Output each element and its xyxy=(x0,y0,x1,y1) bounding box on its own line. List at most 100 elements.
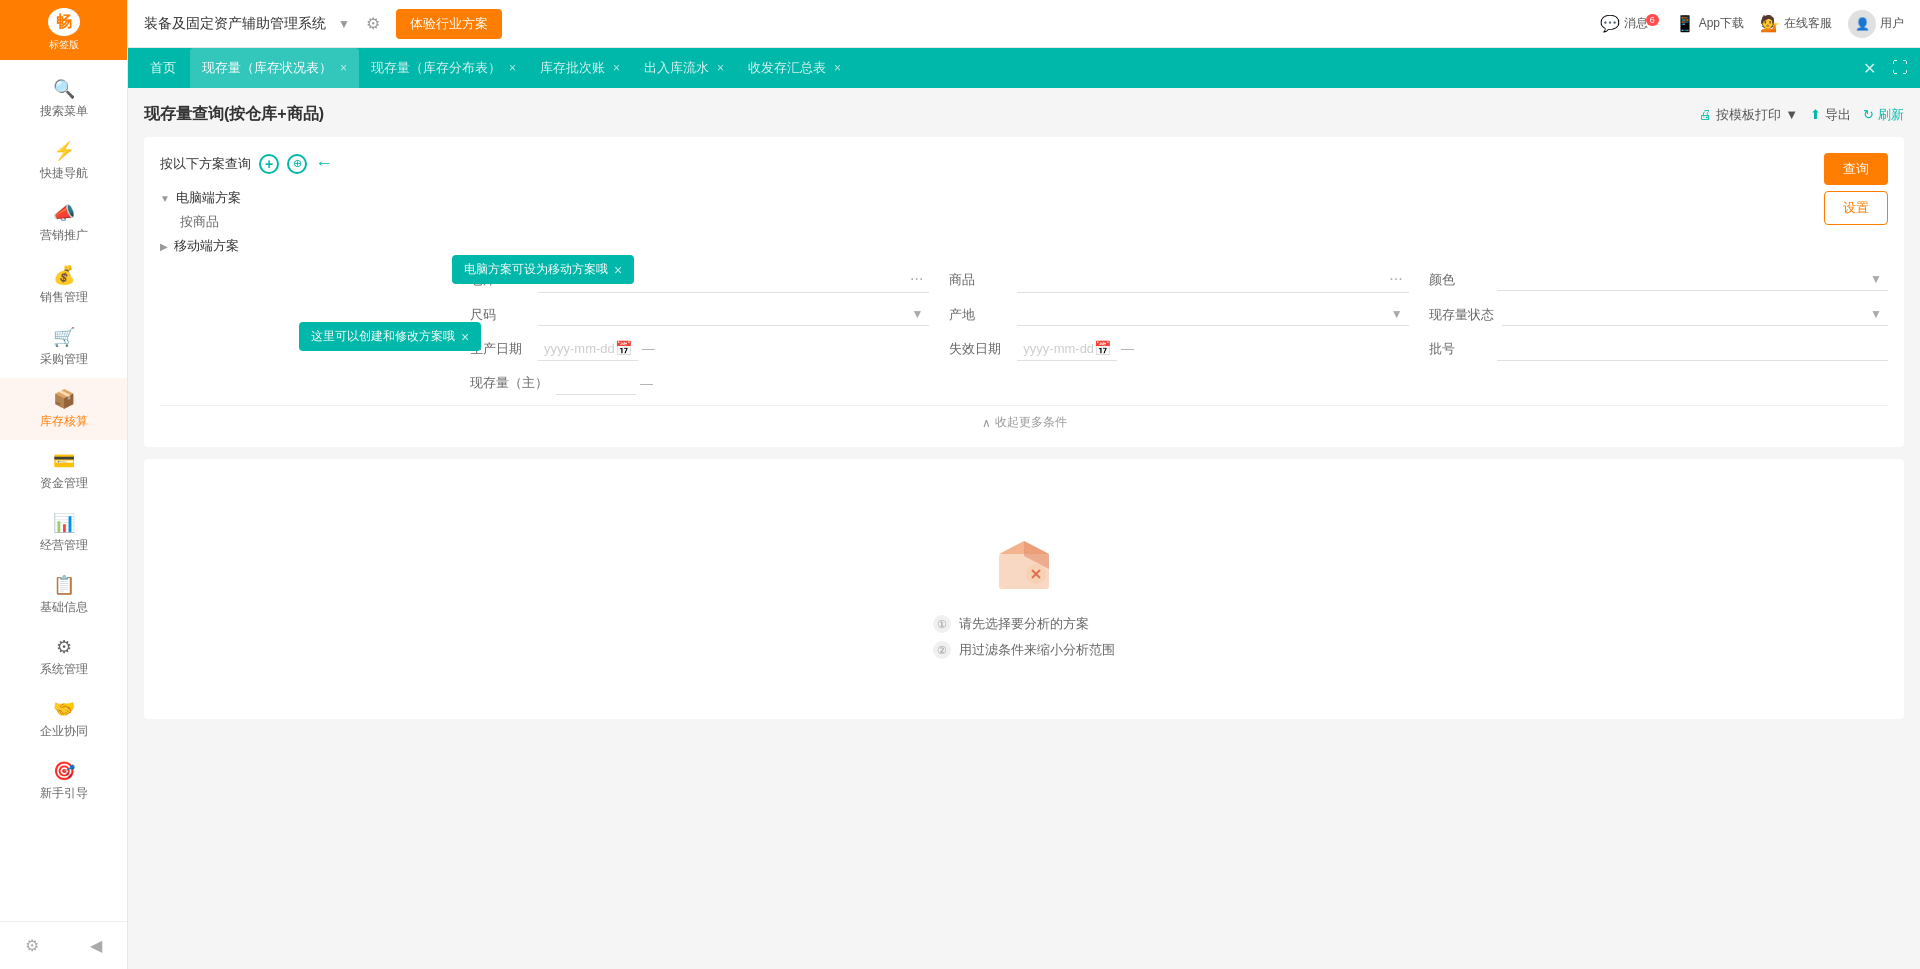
tab-close-btn[interactable]: × xyxy=(340,61,347,75)
filter-add-btn[interactable]: + xyxy=(259,154,279,174)
prod-date-start[interactable]: yyyy-mm-dd 📅 xyxy=(538,336,638,361)
tooltip2-close[interactable]: × xyxy=(461,329,469,345)
sidebar-item-quicknav[interactable]: ⚡ 快捷导航 xyxy=(0,130,127,192)
tab-batch-ledger[interactable]: 库存批次账 × xyxy=(528,48,632,88)
filter-back-btn[interactable]: ← xyxy=(315,153,333,174)
app-download-btn[interactable]: 📱 App下载 xyxy=(1675,14,1744,33)
batch-no-input[interactable] xyxy=(1497,337,1888,361)
sidebar-item-sales[interactable]: 💰 销售管理 xyxy=(0,254,127,316)
sidebar-item-finance[interactable]: 💳 资金管理 xyxy=(0,440,127,502)
tab-maximize-btn[interactable]: ⛶ xyxy=(1888,55,1912,82)
sidebar-item-guide[interactable]: 🎯 新手引导 xyxy=(0,750,127,812)
sidebar-item-label: 企业协同 xyxy=(40,723,88,740)
filter-field-exp-date: 失效日期 yyyy-mm-dd 📅 — xyxy=(949,336,1408,361)
origin-chevron-icon: ▼ xyxy=(1391,307,1403,321)
page-content: 现存量查询(按仓库+商品) 🖨 按模板打印 ▼ ⬆ 导出 ↻ 刷新 xyxy=(128,88,1920,969)
main-area: 装备及固定资产辅助管理系统 ▼ ⚙ 体验行业方案 💬 消息 6 📱 App下载 … xyxy=(128,0,1920,969)
refresh-label: 刷新 xyxy=(1878,106,1904,124)
goods-select[interactable]: ··· xyxy=(1017,266,1408,293)
quicknav-icon: ⚡ xyxy=(53,140,75,162)
sidebar-item-label: 库存核算 xyxy=(40,413,88,430)
scheme-mobile-item[interactable]: ▶ 移动端方案 xyxy=(160,234,1888,258)
industry-btn[interactable]: 体验行业方案 xyxy=(396,9,502,39)
prod-date-cal-icon[interactable]: 📅 xyxy=(615,340,632,356)
prod-date-start-placeholder: yyyy-mm-dd xyxy=(544,341,615,356)
exp-date-cal-icon[interactable]: 📅 xyxy=(1094,340,1111,356)
stock-main-from[interactable] xyxy=(556,371,636,395)
sidebar-item-inventory[interactable]: 📦 库存核算 xyxy=(0,378,127,440)
operation-icon: 📊 xyxy=(53,512,75,534)
online-service-btn[interactable]: 💁 在线客服 xyxy=(1760,14,1832,33)
online-label: 在线客服 xyxy=(1784,15,1832,32)
print-btn[interactable]: 🖨 按模板打印 ▼ xyxy=(1699,106,1798,124)
print-label: 按模板打印 xyxy=(1716,106,1781,124)
refresh-btn[interactable]: ↻ 刷新 xyxy=(1863,106,1904,124)
filter-row-4: 现存量（主） — xyxy=(470,371,1888,395)
pc-scheme-label: 电脑端方案 xyxy=(176,189,241,207)
tab-actions: ✕ ⛶ xyxy=(1859,55,1912,82)
query-btn[interactable]: 查询 xyxy=(1824,153,1888,185)
empty-tip-1: ① 请先选择要分析的方案 xyxy=(933,615,1115,633)
empty-state: ① 请先选择要分析的方案 ② 用过滤条件来缩小分析范围 xyxy=(144,459,1904,719)
topbar-gear-btn[interactable]: ⚙ xyxy=(362,10,384,37)
scheme-sub-item[interactable]: 按商品 xyxy=(160,210,1888,234)
tooltip1-close[interactable]: × xyxy=(614,262,622,278)
origin-select[interactable]: ▼ xyxy=(1017,303,1408,326)
tab-home[interactable]: 首页 xyxy=(136,48,190,88)
stock-status-select[interactable]: ▼ xyxy=(1502,303,1888,326)
system-dropdown[interactable]: ▼ xyxy=(338,17,350,31)
color-label: 颜色 xyxy=(1429,271,1489,289)
filter-field-stock-main: 现存量（主） — xyxy=(470,371,929,395)
color-select[interactable]: ▼ xyxy=(1497,268,1888,291)
export-btn[interactable]: ⬆ 导出 xyxy=(1810,106,1851,124)
marketing-icon: 📣 xyxy=(53,202,75,224)
service-icon: 💁 xyxy=(1760,14,1780,33)
exp-date-start[interactable]: yyyy-mm-dd 📅 xyxy=(1017,336,1117,361)
filter-label-row: 按以下方案查询 + ⊕ ← xyxy=(160,153,1888,174)
sidebar-item-marketing[interactable]: 📣 营销推广 xyxy=(0,192,127,254)
sidebar-item-search[interactable]: 🔍 搜索菜单 xyxy=(0,68,127,130)
sidebar-item-operation[interactable]: 📊 经营管理 xyxy=(0,502,127,564)
filter-field-goods: 商品 ··· xyxy=(949,266,1408,293)
tab-close-btn[interactable]: × xyxy=(717,61,724,75)
goods-dots[interactable]: ··· xyxy=(1389,270,1402,288)
tab-inventory-status[interactable]: 现存量（库存状况表） × xyxy=(190,48,359,88)
tab-in-out-flow[interactable]: 出入库流水 × xyxy=(632,48,736,88)
tab-inventory-dist[interactable]: 现存量（库存分布表） × xyxy=(359,48,528,88)
sidebar-item-enterprise[interactable]: 🤝 企业协同 xyxy=(0,688,127,750)
exp-date-start-placeholder: yyyy-mm-dd xyxy=(1023,341,1094,356)
sidebar-item-basic[interactable]: 📋 基础信息 xyxy=(0,564,127,626)
warehouse-dots[interactable]: ··· xyxy=(910,270,923,288)
sidebar-item-label: 采购管理 xyxy=(40,351,88,368)
system-icon: ⚙ xyxy=(56,636,72,658)
message-btn[interactable]: 💬 消息 6 xyxy=(1600,14,1659,33)
filter-label-text: 按以下方案查询 xyxy=(160,155,251,173)
sidebar-nav: 🔍 搜索菜单 ⚡ 快捷导航 📣 营销推广 💰 销售管理 🛒 采购管理 📦 库存核… xyxy=(0,60,127,921)
collapse-sidebar-btn[interactable]: ◀ xyxy=(86,932,106,959)
tab-label: 现存量（库存分布表） xyxy=(371,59,501,77)
user-menu[interactable]: 👤 用户 xyxy=(1848,10,1904,38)
scheme-tree: ▼ 电脑端方案 按商品 ▶ 移动端方案 xyxy=(160,186,1888,258)
filter-field-color: 颜色 ▼ xyxy=(1429,268,1888,291)
size-select[interactable]: ▼ xyxy=(538,303,929,326)
tab-close-btn[interactable]: × xyxy=(834,61,841,75)
tab-recv-summary[interactable]: 收发存汇总表 × xyxy=(736,48,853,88)
filter-copy-btn[interactable]: ⊕ xyxy=(287,154,307,174)
enterprise-icon: 🤝 xyxy=(53,698,75,720)
collapse-btn[interactable]: ∧ 收起更多条件 xyxy=(982,414,1067,431)
sidebar-item-purchase[interactable]: 🛒 采购管理 xyxy=(0,316,127,378)
tab-close-btn[interactable]: × xyxy=(509,61,516,75)
tab-close-btn[interactable]: × xyxy=(613,61,620,75)
purchase-icon: 🛒 xyxy=(53,326,75,348)
tab-close-all-btn[interactable]: ✕ xyxy=(1859,55,1880,82)
sidebar-logo: 畅 标签版 xyxy=(0,0,127,60)
filter-field-batch-no: 批号 xyxy=(1429,337,1888,361)
reset-btn[interactable]: 设置 xyxy=(1824,191,1888,225)
scheme-pc-item[interactable]: ▼ 电脑端方案 xyxy=(160,186,1888,210)
tab-label: 现存量（库存状况表） xyxy=(202,59,332,77)
size-chevron-icon: ▼ xyxy=(911,307,923,321)
basic-icon: 📋 xyxy=(53,574,75,596)
empty-tips: ① 请先选择要分析的方案 ② 用过滤条件来缩小分析范围 xyxy=(933,615,1115,659)
settings-bottom-btn[interactable]: ⚙ xyxy=(21,932,43,959)
sidebar-item-system[interactable]: ⚙ 系统管理 xyxy=(0,626,127,688)
